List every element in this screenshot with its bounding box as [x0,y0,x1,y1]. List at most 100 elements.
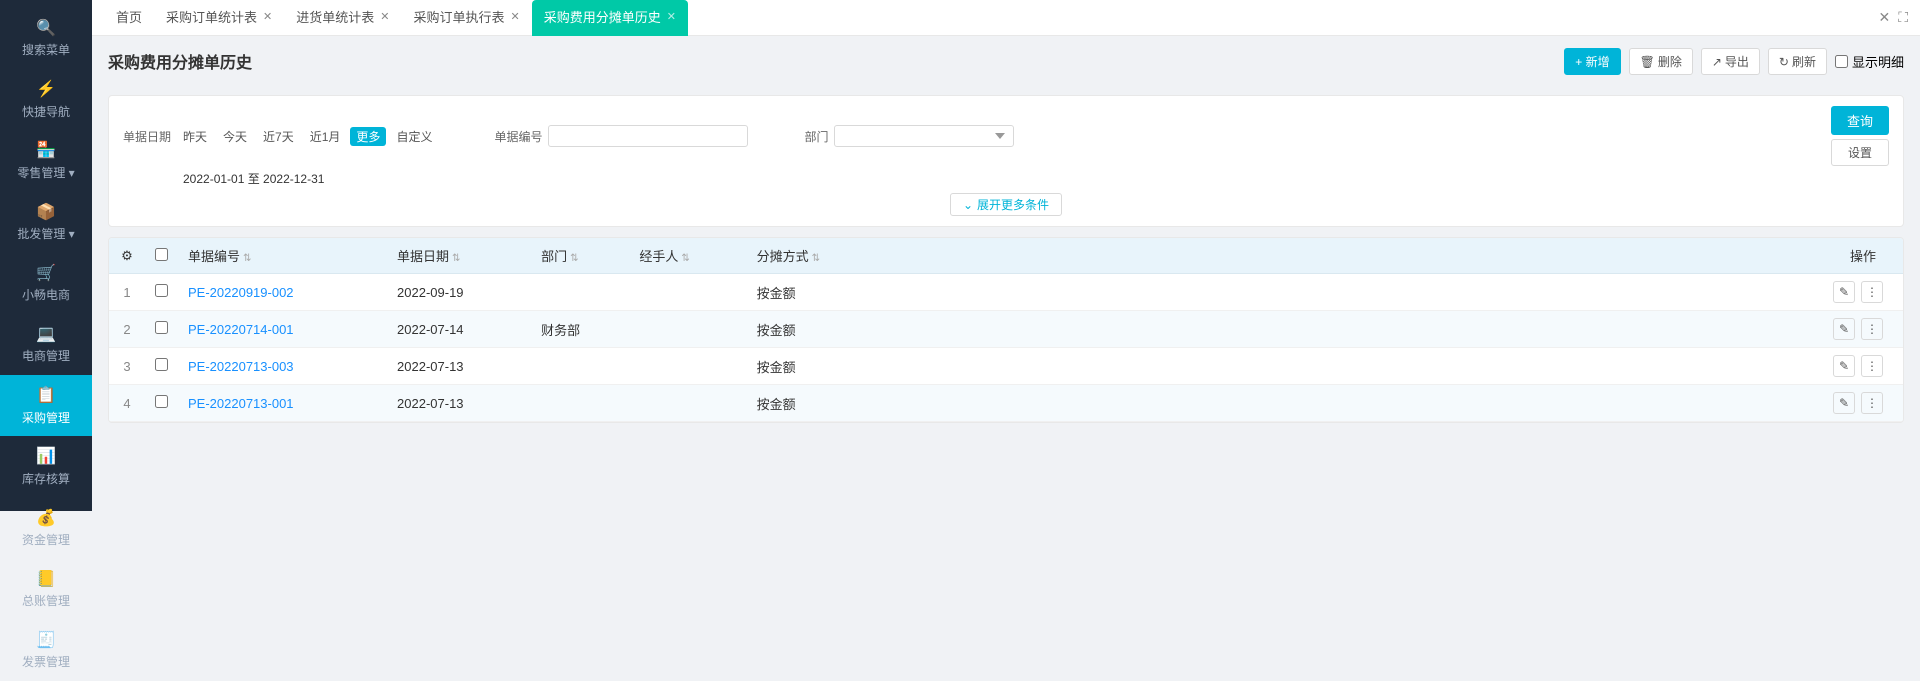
row-ops: ✎ ⋮ [1823,311,1903,348]
table-row: 3 PE-20220713-003 2022-07-13 按金额 ✎ ⋮ [109,348,1903,385]
show-detail-checkbox[interactable] [1835,55,1848,68]
table-row: 1 PE-20220919-002 2022-09-19 按金额 ✎ ⋮ [109,274,1903,311]
export-button[interactable]: ↗ 导出 [1701,48,1760,75]
row-bill-date: 2022-07-13 [387,348,531,385]
sidebar-item-库存核算[interactable]: 📊库存核算 [0,436,92,497]
tab-首页[interactable]: 首页 [104,0,154,36]
table-row: 4 PE-20220713-001 2022-07-13 按金额 ✎ ⋮ [109,385,1903,422]
row-split-method: 按金额 [747,311,1823,348]
gear-col-header[interactable]: ⚙ [109,238,145,274]
sidebar-icon: 🔍 [4,18,88,40]
query-button[interactable]: 查询 [1831,106,1889,135]
tab-label: 首页 [116,7,142,26]
sidebar-item-总账管理[interactable]: 📒总账管理 [0,559,92,620]
bill-date-col-header[interactable]: 单据日期⇅ [387,238,531,274]
dept-col-header[interactable]: 部门⇅ [531,238,629,274]
more-ops-icon[interactable]: ⋮ [1861,355,1883,377]
row-checkbox[interactable] [155,321,168,334]
setting-button[interactable]: 设置 [1831,139,1889,166]
sidebar-item-资金管理[interactable]: 💰资金管理 [0,498,92,559]
sidebar-item-采购管理[interactable]: 📋采购管理 [0,375,92,436]
date-label: 单据日期 [123,128,171,145]
refresh-button[interactable]: ↻ 刷新 [1768,48,1827,75]
bill-no-filter: 单据编号 [494,125,748,147]
split-method-col-header[interactable]: 分摊方式⇅ [747,238,1823,274]
expand-more-button[interactable]: ⌄ 展开更多条件 [950,193,1062,216]
row-handler [629,274,746,311]
tab-close-icon[interactable]: ✕ [263,10,272,23]
dept-label: 部门 [804,128,828,145]
tab-进货单统计表[interactable]: 进货单统计表✕ [284,0,401,36]
edit-icon[interactable]: ✎ [1833,355,1855,377]
row-num: 3 [109,348,145,385]
tab-close-icon[interactable]: ✕ [667,10,676,23]
row-bill-no: PE-20220713-001 [178,385,387,422]
dept-sort-icon: ⇅ [570,253,578,264]
tab-close-icon[interactable]: ✕ [511,10,520,23]
row-split-method: 按金额 [747,385,1823,422]
table-header-row: ⚙ 单据编号⇅ 单据日期⇅ 部门⇅ [109,238,1903,274]
expand-more-area: ⌄ 展开更多条件 [123,193,1889,216]
bill-no-link[interactable]: PE-20220713-001 [188,396,294,411]
tab-采购订单执行表[interactable]: 采购订单执行表 ✕ [401,0,531,36]
tab-label: 采购订单统计表 [166,7,257,26]
sidebar-icon: ⚡ [4,79,88,101]
tab-label: 采购订单执行表 [413,7,504,26]
show-detail-toggle[interactable]: 显示明细 [1835,52,1904,71]
bill-no-col-header[interactable]: 单据编号⇅ [178,238,387,274]
sidebar-icon: 📋 [4,385,88,407]
tab-close-icon[interactable]: ✕ [380,10,389,23]
maximize-window-icon[interactable]: ⛶ [1898,9,1908,26]
sidebar-item-快捷导航[interactable]: ⚡快捷导航 [0,69,92,130]
today-btn[interactable]: 今天 [217,127,253,146]
date-shortcuts: 昨天 今天 近7天 近1月 更多 自定义 [177,127,438,146]
more-btn[interactable]: 更多 [350,127,386,146]
export-icon: ↗ [1712,55,1722,69]
expand-icon: ⌄ [963,198,973,212]
sidebar-item-搜索菜单[interactable]: 🔍搜索菜单 [0,8,92,69]
sidebar-item-零售管理[interactable]: 🏪零售管理 ▾ [0,130,92,191]
add-button[interactable]: + 新增 [1564,48,1620,75]
sidebar-item-发票管理[interactable]: 🧾发票管理 [0,620,92,681]
edit-icon[interactable]: ✎ [1833,281,1855,303]
dept-select[interactable]: 财务部 [834,125,1014,147]
last1month-btn[interactable]: 近1月 [304,127,347,146]
row-checkbox[interactable] [155,395,168,408]
row-bill-no: PE-20220713-003 [178,348,387,385]
custom-btn[interactable]: 自定义 [390,127,438,146]
edit-icon[interactable]: ✎ [1833,392,1855,414]
row-num: 1 [109,274,145,311]
row-dept: 财务部 [531,311,629,348]
select-all-checkbox[interactable] [155,248,168,261]
more-ops-icon[interactable]: ⋮ [1861,318,1883,340]
data-table: ⚙ 单据编号⇅ 单据日期⇅ 部门⇅ [109,238,1903,422]
bill-no-sort-icon: ⇅ [243,253,251,264]
sidebar-item-小畅电商[interactable]: 🛒小畅电商 [0,253,92,314]
yesterday-btn[interactable]: 昨天 [177,127,213,146]
more-ops-icon[interactable]: ⋮ [1861,392,1883,414]
close-window-icon[interactable]: ✕ [1878,9,1890,26]
tab-采购费用分摊单历史[interactable]: 采购费用分摊单历史✕ [532,0,688,36]
edit-icon[interactable]: ✎ [1833,318,1855,340]
sidebar-item-批发管理[interactable]: 📦批发管理 ▾ [0,192,92,253]
tab-bar: 首页采购订单统计表✕进货单统计表✕采购订单执行表✕采购费用分摊单历史✕ ✕ ⛶ [92,0,1920,36]
main-area: 首页采购订单统计表✕进货单统计表✕采购订单执行表✕采购费用分摊单历史✕ ✕ ⛶ … [92,0,1920,511]
row-checkbox[interactable] [155,284,168,297]
sidebar-item-电商管理[interactable]: 💻电商管理 [0,314,92,375]
bill-no-input[interactable] [548,125,748,147]
sidebar-icon: 📒 [4,569,88,591]
checkbox-col-header [145,238,178,274]
delete-button[interactable]: 🗑 删除 [1629,48,1693,75]
bill-no-link[interactable]: PE-20220714-001 [188,322,294,337]
handler-col-header[interactable]: 经手人⇅ [629,238,746,274]
last7days-btn[interactable]: 近7天 [257,127,300,146]
sidebar: 🔍搜索菜单⚡快捷导航🏪零售管理 ▾📦批发管理 ▾🛒小畅电商💻电商管理📋采购管理📊… [0,0,92,511]
sidebar-icon: 🏪 [4,140,88,162]
bill-no-link[interactable]: PE-20220919-002 [188,285,294,300]
row-checkbox[interactable] [155,358,168,371]
more-ops-icon[interactable]: ⋮ [1861,281,1883,303]
refresh-icon: ↻ [1779,55,1789,69]
bill-no-link[interactable]: PE-20220713-003 [188,359,294,374]
page-title: 采购费用分摊单历史 [108,49,252,73]
tab-采购订单统计表[interactable]: 采购订单统计表 ✕ [154,0,284,36]
